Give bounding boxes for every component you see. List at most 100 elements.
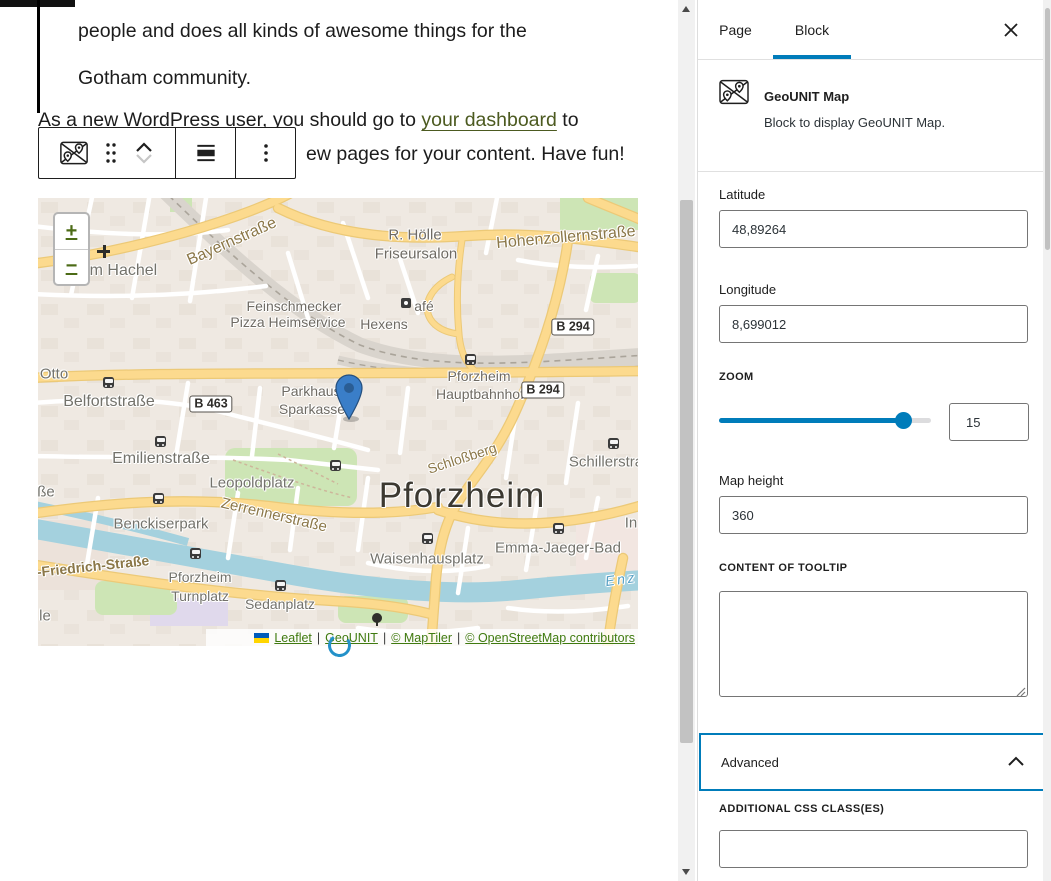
- resize-handle-icon[interactable]: [1016, 685, 1026, 697]
- attribution-separator: |: [316, 630, 321, 645]
- paragraph-text: to: [556, 109, 579, 131]
- sidebar-scrollbar-thumb[interactable]: [1044, 8, 1050, 250]
- tab-block[interactable]: Block: [773, 0, 851, 60]
- close-icon[interactable]: [1001, 20, 1021, 40]
- geounit-block-card-icon: [718, 78, 750, 110]
- options-kebab-icon[interactable]: [236, 128, 295, 178]
- scroll-down-arrow-icon[interactable]: [682, 869, 690, 875]
- map-label: Feinschmecker: [246, 298, 342, 314]
- wordpress-block-editor: people and does all kinds of awesome thi…: [0, 0, 1051, 881]
- map-marker-pin[interactable]: [334, 374, 364, 427]
- leaflet-map[interactable]: am Hachel Bayernstraße R. Hölle Friseurs…: [38, 198, 638, 646]
- block-toolbar: [38, 127, 296, 179]
- sidebar-scrollbar[interactable]: [1043, 0, 1051, 881]
- map-label: Leopoldplatz: [209, 474, 295, 492]
- quote-paragraph[interactable]: people and does all kinds of awesome thi…: [78, 8, 527, 102]
- map-zoom-control: + −: [53, 212, 90, 286]
- align-wide-icon[interactable]: [176, 128, 236, 178]
- bus-icon: [553, 523, 564, 534]
- map-label: Turnplatz: [171, 588, 229, 604]
- zoom-number-input[interactable]: [949, 403, 1029, 441]
- tooltip-content-label: CONTENT OF TOOLTIP: [719, 562, 848, 574]
- poi-cross-icon: [97, 245, 110, 258]
- latitude-input[interactable]: [719, 210, 1028, 248]
- move-down-button[interactable]: [135, 153, 153, 164]
- zoom-in-button[interactable]: +: [55, 214, 88, 249]
- maptiler-link[interactable]: © MapTiler: [391, 631, 452, 645]
- map-label: Hauptbahnhof: [436, 386, 524, 402]
- bus-icon: [155, 436, 166, 447]
- map-height-label: Map height: [719, 473, 784, 488]
- map-label: Hexens: [360, 316, 408, 332]
- map-label: In: [624, 514, 638, 532]
- map-label: Pizza Heimservice: [230, 314, 346, 330]
- map-label: Parkhaus: [281, 383, 341, 399]
- attribution-separator: |: [382, 630, 387, 645]
- additional-css-label: ADDITIONAL CSS CLASS(ES): [719, 803, 885, 815]
- scroll-up-arrow-icon[interactable]: [682, 6, 690, 12]
- ukraine-flag-icon: [254, 632, 270, 643]
- zoom-slider-thumb[interactable]: [895, 412, 912, 429]
- active-tab-indicator: [773, 55, 851, 59]
- map-label: afé: [414, 298, 434, 314]
- bus-icon: [275, 580, 286, 591]
- divider: [698, 171, 1043, 172]
- map-label: R. Hölle: [388, 226, 442, 244]
- additional-css-input[interactable]: [719, 830, 1028, 868]
- cafe-icon: [401, 298, 411, 308]
- map-label: Waisenhausplatz: [370, 550, 484, 568]
- content-scrollbar[interactable]: [678, 0, 695, 881]
- longitude-label: Longitude: [719, 282, 777, 297]
- drag-handle-icon[interactable]: [98, 128, 124, 178]
- road-shield: B 294: [521, 381, 565, 399]
- tab-page[interactable]: Page: [698, 0, 773, 60]
- map-label: Friseursalon: [374, 245, 458, 263]
- tooltip-content-textarea[interactable]: [719, 591, 1028, 697]
- tree-icon: [372, 613, 382, 626]
- quote-left-border: [37, 0, 40, 113]
- leaflet-link[interactable]: Leaflet: [274, 631, 312, 645]
- attribution-separator: |: [457, 630, 461, 645]
- editor-canvas: people and does all kinds of awesome thi…: [0, 0, 678, 881]
- bus-icon: [190, 548, 201, 559]
- map-height-input[interactable]: [719, 496, 1028, 534]
- zoom-slider-fill: [719, 418, 904, 423]
- road-shield: B 294: [551, 318, 595, 336]
- paragraph-line-2-visible[interactable]: ew pages for your content. Have fun!: [306, 140, 625, 168]
- dashboard-link[interactable]: your dashboard: [421, 109, 557, 131]
- longitude-input[interactable]: [719, 305, 1028, 343]
- block-card-description: Block to display GeoUNIT Map.: [764, 115, 946, 130]
- zoom-out-button[interactable]: −: [55, 248, 88, 285]
- latitude-label: Latitude: [719, 187, 766, 202]
- advanced-label: Advanced: [721, 754, 779, 770]
- osm-link[interactable]: © OpenStreetMap contributors: [465, 631, 635, 645]
- map-label: Pforzheim: [447, 368, 511, 384]
- map-label: Pforzheim: [168, 569, 232, 585]
- bus-icon: [103, 377, 114, 388]
- block-card-title: GeoUNIT Map: [764, 89, 850, 104]
- map-label: ße: [38, 483, 55, 501]
- block-settings-sidebar: Page Block GeoUNIT Map Block to display …: [697, 0, 1051, 881]
- bus-icon: [330, 460, 341, 471]
- bus-icon: [422, 533, 433, 544]
- chevron-up-icon: [1007, 755, 1025, 770]
- map-label: Schillerstra: [568, 453, 638, 471]
- block-mover: [124, 142, 164, 164]
- sidebar-header: Page Block: [698, 0, 1043, 60]
- city-label: Pforzheim: [378, 476, 546, 515]
- train-station-icon: [465, 354, 476, 365]
- map-label: Emilienstraße: [112, 450, 210, 467]
- advanced-panel-toggle[interactable]: Advanced: [699, 733, 1051, 791]
- quote-line-1: people and does all kinds of awesome thi…: [78, 20, 527, 42]
- quote-line-2: Gotham community.: [78, 67, 252, 89]
- map-label: Otto: [39, 365, 69, 383]
- move-up-button[interactable]: [135, 142, 153, 153]
- geounit-block-icon[interactable]: [50, 128, 98, 178]
- map-label: Sedanplatz: [244, 596, 316, 612]
- bus-icon: [153, 493, 164, 504]
- content-scrollbar-thumb[interactable]: [680, 200, 693, 743]
- map-label: Belfortstraße: [63, 393, 155, 410]
- map-label: le: [39, 607, 51, 625]
- map-label: Benckiserpark: [113, 515, 209, 533]
- toolbar-group-block: [39, 128, 176, 178]
